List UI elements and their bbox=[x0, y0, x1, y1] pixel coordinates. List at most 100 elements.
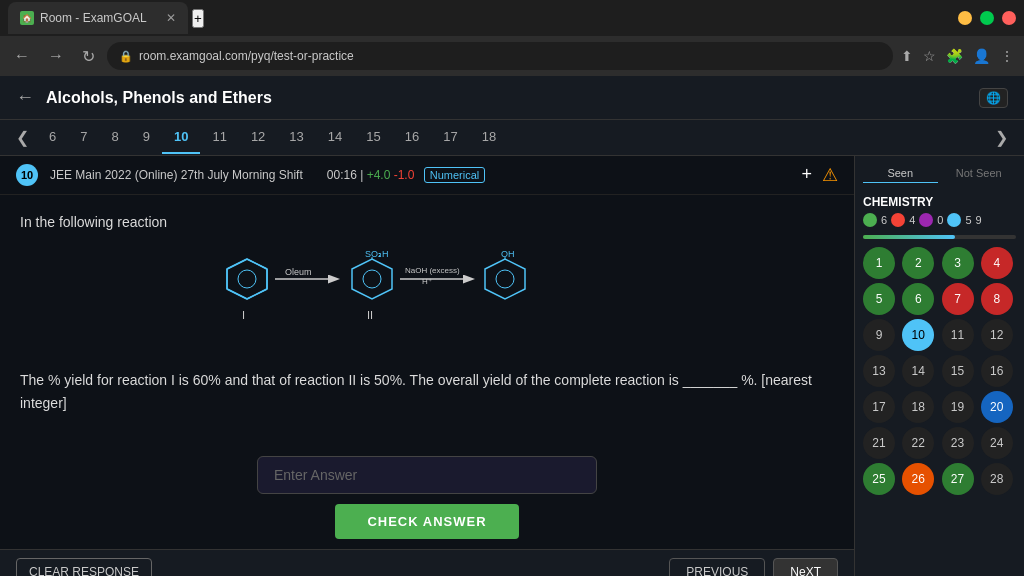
q-nav-next[interactable]: ❯ bbox=[987, 128, 1016, 147]
close-tab-btn[interactable]: ✕ bbox=[166, 11, 176, 25]
q-num-10[interactable]: 10 bbox=[162, 121, 200, 154]
grid-cell-25[interactable]: 25 bbox=[863, 463, 895, 495]
grid-cell-9[interactable]: 9 bbox=[863, 319, 895, 351]
stat-marked bbox=[919, 213, 933, 227]
grid-cell-24[interactable]: 24 bbox=[981, 427, 1013, 459]
maximize-button[interactable] bbox=[980, 11, 994, 25]
grid-cell-17[interactable]: 17 bbox=[863, 391, 895, 423]
right-sidebar: Seen Not Seen CHEMISTRY 6 4 0 5 9 1 2 3 … bbox=[854, 156, 1024, 576]
svg-line-2 bbox=[247, 259, 267, 269]
grid-cell-19[interactable]: 19 bbox=[942, 391, 974, 423]
q-num-9[interactable]: 9 bbox=[131, 121, 162, 154]
grid-cell-4[interactable]: 4 bbox=[981, 247, 1013, 279]
grid-cell-10[interactable]: 10 bbox=[902, 319, 934, 351]
q-num-15[interactable]: 15 bbox=[354, 121, 392, 154]
q-num-7[interactable]: 7 bbox=[68, 121, 99, 154]
previous-button[interactable]: PREVIOUS bbox=[669, 558, 765, 576]
q-num-13[interactable]: 13 bbox=[277, 121, 315, 154]
refresh-button[interactable]: ↻ bbox=[76, 45, 101, 68]
svg-marker-19 bbox=[485, 259, 525, 299]
tab-bar: 🏠 Room - ExamGOAL ✕ + bbox=[0, 0, 1024, 36]
grid-cell-3[interactable]: 3 bbox=[942, 247, 974, 279]
svg-line-1 bbox=[227, 259, 247, 269]
grid-cell-27[interactable]: 27 bbox=[942, 463, 974, 495]
address-bar[interactable]: 🔒 room.examgoal.com/pyq/test-or-practice bbox=[107, 42, 893, 70]
grid-cell-11[interactable]: 11 bbox=[942, 319, 974, 351]
grid-cell-1[interactable]: 1 bbox=[863, 247, 895, 279]
svg-point-12 bbox=[363, 270, 381, 288]
more-icon[interactable]: ⋮ bbox=[998, 46, 1016, 66]
grid-cell-26[interactable]: 26 bbox=[902, 463, 934, 495]
svg-line-4 bbox=[247, 289, 267, 299]
next-button[interactable]: NeXT bbox=[773, 558, 838, 576]
svg-text:H⁺: H⁺ bbox=[422, 277, 432, 286]
bottom-bar: CLEAR RESPONSE PREVIOUS NeXT bbox=[0, 549, 854, 576]
grid-cell-12[interactable]: 12 bbox=[981, 319, 1013, 351]
extensions-icon[interactable]: 🧩 bbox=[944, 46, 965, 66]
grid-cell-5[interactable]: 5 bbox=[863, 283, 895, 315]
close-window-button[interactable] bbox=[1002, 11, 1016, 25]
q-num-18[interactable]: 18 bbox=[470, 121, 508, 154]
question-badge: 10 bbox=[16, 164, 38, 186]
question-area: 10 JEE Main 2022 (Online) 27th July Morn… bbox=[0, 156, 854, 576]
grid-cell-8[interactable]: 8 bbox=[981, 283, 1013, 315]
forward-button[interactable]: → bbox=[42, 45, 70, 67]
question-meta: JEE Main 2022 (Online) 27th July Morning… bbox=[50, 168, 303, 182]
stat-wrong bbox=[891, 213, 905, 227]
profile-icon[interactable]: 👤 bbox=[971, 46, 992, 66]
q-num-12[interactable]: 12 bbox=[239, 121, 277, 154]
address-bar-row: ← → ↻ 🔒 room.examgoal.com/pyq/test-or-pr… bbox=[0, 36, 1024, 76]
q-num-11[interactable]: 11 bbox=[200, 121, 238, 154]
q-nav-prev[interactable]: ❮ bbox=[8, 128, 37, 147]
report-issue-btn[interactable]: ⚠ bbox=[822, 164, 838, 186]
grid-cell-6[interactable]: 6 bbox=[902, 283, 934, 315]
prev-next-buttons: PREVIOUS NeXT bbox=[669, 558, 838, 576]
window-controls bbox=[958, 11, 1016, 25]
answer-input[interactable] bbox=[257, 456, 597, 494]
grid-cell-7[interactable]: 7 bbox=[942, 283, 974, 315]
add-bookmark-btn[interactable]: + bbox=[801, 164, 812, 186]
svg-marker-11 bbox=[352, 259, 392, 299]
tab-favicon: 🏠 bbox=[20, 11, 34, 25]
check-answer-button[interactable]: CHECK ANSWER bbox=[335, 504, 518, 539]
q-num-17[interactable]: 17 bbox=[431, 121, 469, 154]
new-tab-button[interactable]: + bbox=[192, 9, 204, 28]
grid-cell-20[interactable]: 20 bbox=[981, 391, 1013, 423]
grid-cell-2[interactable]: 2 bbox=[902, 247, 934, 279]
reaction-svg: I Oleum SO₃H II bbox=[167, 249, 687, 349]
grid-cell-23[interactable]: 23 bbox=[942, 427, 974, 459]
grid-cell-13[interactable]: 13 bbox=[863, 355, 895, 387]
svg-text:NaOH (excess): NaOH (excess) bbox=[405, 266, 460, 275]
question-info-bar: 10 JEE Main 2022 (Online) 27th July Morn… bbox=[0, 156, 854, 195]
minimize-button[interactable] bbox=[958, 11, 972, 25]
grid-cell-14[interactable]: 14 bbox=[902, 355, 934, 387]
back-button[interactable]: ← bbox=[8, 45, 36, 67]
grid-cell-22[interactable]: 22 bbox=[902, 427, 934, 459]
reaction-diagram: I Oleum SO₃H II bbox=[20, 249, 834, 349]
q-num-6[interactable]: 6 bbox=[37, 121, 68, 154]
question-type: Numerical bbox=[424, 167, 486, 183]
grid-cell-21[interactable]: 21 bbox=[863, 427, 895, 459]
seen-tab[interactable]: Seen bbox=[863, 164, 938, 183]
svg-text:OH: OH bbox=[501, 249, 515, 259]
share-icon[interactable]: ⬆ bbox=[899, 46, 915, 66]
app-header: ← Alcohols, Phenols and Ethers 🌐 bbox=[0, 76, 1024, 120]
grid-cell-18[interactable]: 18 bbox=[902, 391, 934, 423]
q-num-8[interactable]: 8 bbox=[99, 121, 130, 154]
question-content: In the following reaction I bbox=[0, 195, 854, 446]
q-num-16[interactable]: 16 bbox=[393, 121, 431, 154]
bookmark-icon[interactable]: ☆ bbox=[921, 46, 938, 66]
translate-button[interactable]: 🌐 bbox=[979, 88, 1008, 108]
tab-title: Room - ExamGOAL bbox=[40, 11, 147, 25]
grid-cell-15[interactable]: 15 bbox=[942, 355, 974, 387]
not-seen-tab[interactable]: Not Seen bbox=[942, 164, 1017, 183]
clear-response-button[interactable]: CLEAR RESPONSE bbox=[16, 558, 152, 576]
svg-marker-0 bbox=[227, 259, 267, 299]
grid-cell-16[interactable]: 16 bbox=[981, 355, 1013, 387]
back-arrow-btn[interactable]: ← bbox=[16, 87, 34, 108]
grid-cell-28[interactable]: 28 bbox=[981, 463, 1013, 495]
subject-stats: 6 4 0 5 9 bbox=[863, 213, 1016, 227]
stat-total-count: 9 bbox=[976, 214, 982, 226]
active-tab[interactable]: 🏠 Room - ExamGOAL ✕ bbox=[8, 2, 188, 34]
q-num-14[interactable]: 14 bbox=[316, 121, 354, 154]
